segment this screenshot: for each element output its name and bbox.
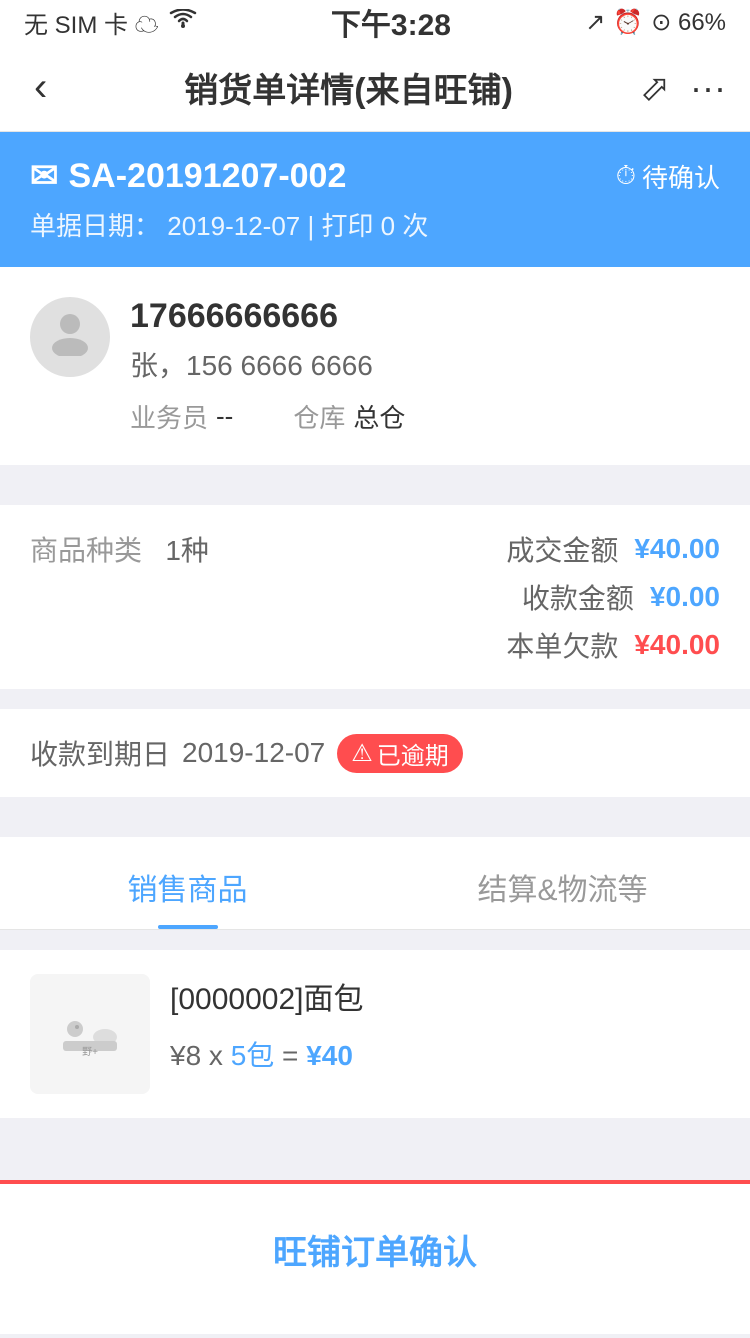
- bottom-bar: 旺铺订单确认: [0, 1180, 750, 1334]
- clock-icon: ⏱: [616, 160, 636, 192]
- order-date: 单据日期： 2019-12-07 | 打印 0 次: [30, 206, 720, 243]
- sales-value: --: [216, 401, 233, 432]
- received-label: 收款金额: [522, 577, 634, 617]
- order-icon: ✉: [30, 156, 59, 196]
- no-sim-text: 无 SIM 卡 ☁: [24, 5, 159, 40]
- due-section: 收款到期日 2019-12-07 ⚠ 已逾期: [0, 709, 750, 797]
- back-button[interactable]: ‹: [24, 55, 57, 120]
- price-text: ¥8 x: [170, 1040, 231, 1071]
- debt-label: 本单欠款: [506, 625, 618, 665]
- product-info: [0000002]面包 ¥8 x 5包 = ¥40: [170, 974, 720, 1074]
- warning-icon: ⚠: [351, 739, 373, 768]
- product-thumbnail: 野+: [30, 974, 150, 1094]
- divider-2: [0, 817, 750, 837]
- warehouse-label: 仓库: [293, 398, 345, 435]
- type-label: 商品种类: [30, 535, 142, 566]
- debt-row: 本单欠款 ¥40.00: [506, 625, 720, 665]
- product-type: 商品种类 1种: [30, 529, 209, 569]
- customer-section: 17666666666 张，156 6666 6666 业务员 -- 仓库 总仓: [0, 267, 750, 465]
- product-price: ¥8 x 5包 = ¥40: [170, 1034, 720, 1074]
- amount-row: 成交金额 ¥40.00: [506, 529, 720, 569]
- amount-value: ¥40.00: [634, 533, 720, 565]
- order-status: ⏱ 待确认: [616, 158, 720, 195]
- customer-info: 17666666666 张，156 6666 6666 业务员 -- 仓库 总仓: [130, 297, 720, 435]
- summary-section: 商品种类 1种 成交金额 ¥40.00 收款金额 ¥0.00 本单欠款 ¥40.…: [0, 505, 750, 689]
- due-date: 2019-12-07: [182, 737, 325, 769]
- divider-1: [0, 485, 750, 505]
- nav-bar: ‹ 销货单详情(来自旺铺) ⬀ ···: [0, 44, 750, 132]
- debt-value: ¥40.00: [634, 629, 720, 661]
- due-label: 收款到期日: [30, 733, 170, 773]
- person-icon: [45, 306, 95, 368]
- product-section: 野+ [0000002]面包 ¥8 x 5包 = ¥40: [0, 950, 750, 1118]
- svg-text:野+: 野+: [82, 1046, 98, 1058]
- page-title: 销货单详情(来自旺铺): [57, 63, 640, 112]
- tab-settlement[interactable]: 结算&物流等: [375, 837, 750, 929]
- equals-text: =: [274, 1040, 306, 1071]
- order-banner: ✉ SA-20191207-002 ⏱ 待确认 单据日期： 2019-12-07…: [0, 132, 750, 267]
- status-right: ↗ ⏰ ⊙ 66%: [585, 8, 726, 37]
- share-icon[interactable]: ⬀: [640, 67, 670, 109]
- wifi-icon: [169, 8, 197, 36]
- amounts: 成交金额 ¥40.00 收款金额 ¥0.00 本单欠款 ¥40.00: [506, 529, 720, 665]
- sales-label: 业务员: [130, 398, 208, 435]
- customer-name-phone: 张，156 6666 6666: [130, 344, 720, 384]
- customer-phone: 17666666666: [130, 297, 720, 336]
- warehouse-value: 总仓: [353, 398, 405, 435]
- more-icon[interactable]: ···: [690, 67, 726, 109]
- nav-actions: ⬀ ···: [640, 67, 726, 109]
- order-number: ✉ SA-20191207-002: [30, 156, 346, 196]
- alarm-icon: ⏰: [613, 8, 643, 37]
- amount-label: 成交金额: [506, 529, 618, 569]
- tab-sales-goods[interactable]: 销售商品: [0, 837, 375, 929]
- product-name: [0000002]面包: [170, 974, 720, 1018]
- warehouse-item: 仓库 总仓: [293, 398, 405, 435]
- customer-meta: 业务员 -- 仓库 总仓: [130, 398, 720, 435]
- tabs-section: 销售商品 结算&物流等: [0, 837, 750, 930]
- overdue-badge: ⚠ 已逾期: [337, 734, 463, 773]
- status-time: 下午3:28: [331, 0, 451, 44]
- type-value: 1种: [165, 535, 209, 566]
- avatar: [30, 297, 110, 377]
- received-value: ¥0.00: [650, 581, 720, 613]
- status-bar: 无 SIM 卡 ☁ 下午3:28 ↗ ⏰ ⊙ 66%: [0, 0, 750, 44]
- product-qty: 5包: [231, 1040, 275, 1071]
- location-icon: ↗: [585, 8, 605, 37]
- product-total: ¥40: [306, 1040, 353, 1071]
- battery-text: ⊙ 66%: [651, 8, 726, 37]
- status-left: 无 SIM 卡 ☁: [24, 5, 197, 40]
- received-row: 收款金额 ¥0.00: [522, 577, 720, 617]
- sales-item: 业务员 --: [130, 398, 233, 435]
- confirm-order-button[interactable]: 旺铺订单确认: [30, 1204, 720, 1294]
